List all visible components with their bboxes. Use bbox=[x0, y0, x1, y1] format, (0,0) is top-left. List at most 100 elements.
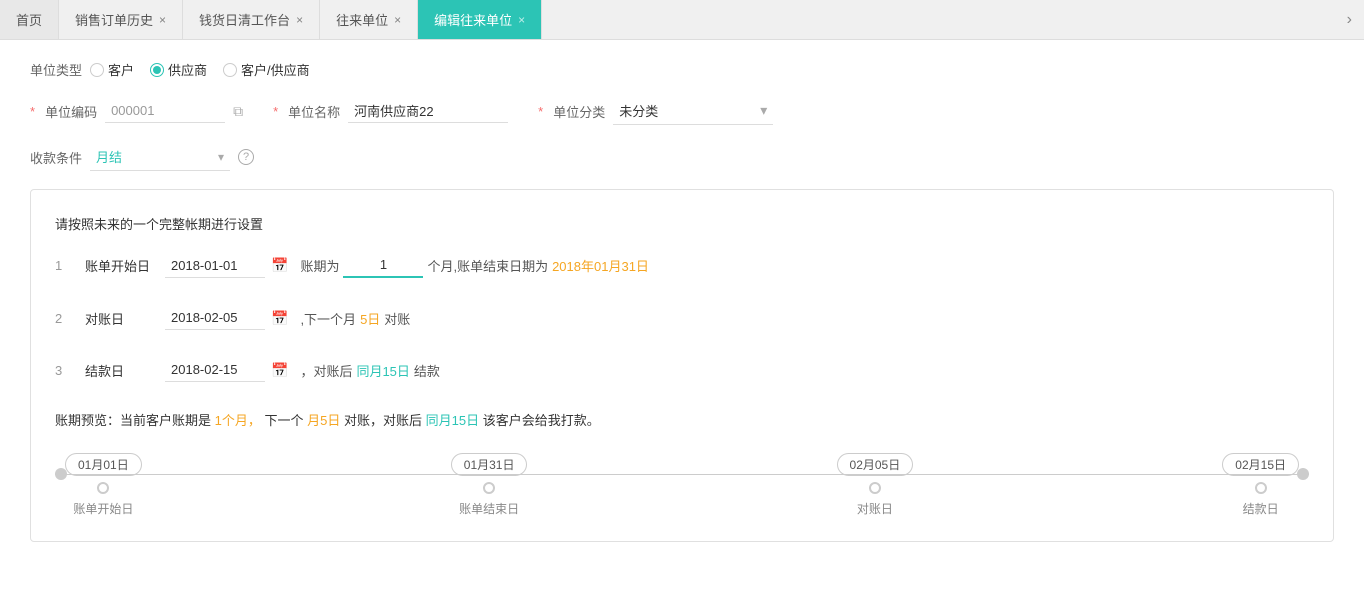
close-icon[interactable]: × bbox=[159, 13, 166, 27]
reconcile-day: 5日 bbox=[360, 309, 380, 328]
reconcile-end: 对账 bbox=[384, 309, 410, 328]
preview-prefix: 账期预览：当前客户账期是 bbox=[55, 413, 211, 428]
radio-both-label: 客户/供应商 bbox=[241, 60, 310, 79]
unit-info-row: * 单位编码 ⧉ * 单位名称 * 单位分类 未分类 ▾ bbox=[30, 97, 1334, 125]
tab-partner-label: 往来单位 bbox=[336, 10, 388, 29]
row-3-suffix: ，对账后 同月15日 结款 bbox=[300, 361, 440, 380]
payment-prefix: ，对账后 bbox=[300, 361, 352, 380]
period-prefix: 账期为 bbox=[300, 256, 339, 275]
timeline-start-dot bbox=[55, 468, 67, 480]
copy-icon[interactable]: ⧉ bbox=[233, 103, 243, 120]
point-sublabel-2: 账单结束日 bbox=[459, 500, 519, 517]
unit-type-label: 单位类型 bbox=[30, 60, 82, 79]
unit-category-field: * 单位分类 未分类 ▾ bbox=[538, 97, 773, 125]
radio-supplier[interactable]: 供应商 bbox=[150, 60, 207, 79]
timeline-point-1: 01月01日 账单开始日 bbox=[65, 453, 142, 517]
calendar-icon-1[interactable]: 📅 bbox=[271, 257, 288, 274]
period-end-date: 2018年01月31日 bbox=[552, 256, 649, 275]
tab-partner-unit[interactable]: 往来单位 × bbox=[320, 0, 418, 39]
tab-edit-label: 编辑往来单位 bbox=[434, 10, 512, 29]
unit-category-label: 单位分类 bbox=[553, 102, 605, 121]
payment-terms-dropdown[interactable]: 月结 ▾ bbox=[90, 143, 230, 171]
radio-both[interactable]: 客户/供应商 bbox=[223, 60, 310, 79]
point-dot-2 bbox=[483, 482, 495, 494]
point-dot-4 bbox=[1255, 482, 1267, 494]
calendar-icon-3[interactable]: 📅 bbox=[271, 362, 288, 379]
point-dot-3 bbox=[869, 482, 881, 494]
unit-code-input[interactable] bbox=[105, 99, 225, 123]
tab-edit-partner-unit[interactable]: 编辑往来单位 × bbox=[418, 0, 542, 39]
setting-row-1: 1 账单开始日 📅 账期为 个月,账单结束日期为 2018年01月31日 bbox=[55, 253, 1309, 278]
row-label-1: 账单开始日 bbox=[85, 256, 165, 275]
tab-home[interactable]: 首页 bbox=[0, 0, 59, 39]
point-label-2: 01月31日 bbox=[451, 453, 528, 476]
preview-middle-1: 下一个 bbox=[265, 413, 304, 428]
settings-panel: 请按照未来的一个完整帐期进行设置 1 账单开始日 📅 账期为 个月,账单结束日期… bbox=[30, 189, 1334, 542]
unit-type-row: 单位类型 客户 供应商 客户/供应商 bbox=[30, 60, 1334, 79]
point-dot-1 bbox=[97, 482, 109, 494]
radio-customer[interactable]: 客户 bbox=[90, 60, 134, 79]
radio-circle-customer bbox=[90, 63, 104, 77]
setting-row-3: 3 结款日 📅 ，对账后 同月15日 结款 bbox=[55, 358, 1309, 382]
preview-text: 账期预览：当前客户账期是 1个月， 下一个 月5日 对账，对账后 同月15日 该… bbox=[55, 410, 1309, 429]
tab-home-label: 首页 bbox=[16, 10, 42, 29]
tab-cash-label: 钱货日清工作台 bbox=[199, 10, 290, 29]
payment-end: 结款 bbox=[414, 361, 440, 380]
row-1-suffix: 账期为 个月,账单结束日期为 2018年01月31日 bbox=[300, 253, 648, 278]
row-label-2: 对账日 bbox=[85, 309, 165, 328]
help-icon[interactable]: ? bbox=[238, 149, 254, 165]
radio-circle-both bbox=[223, 63, 237, 77]
timeline-end-dot bbox=[1297, 468, 1309, 480]
required-star-code: * bbox=[30, 104, 35, 119]
timeline-points: 01月01日 账单开始日 01月31日 账单结束日 02月05日 对账日 02月… bbox=[65, 453, 1299, 517]
tab-sales-order-history[interactable]: 销售订单历史 × bbox=[59, 0, 183, 39]
row-num-3: 3 bbox=[55, 363, 85, 378]
preview-suffix: 该客户会给我打款。 bbox=[483, 413, 600, 428]
tab-more-button[interactable]: › bbox=[1335, 0, 1364, 39]
timeline-container: 01月01日 账单开始日 01月31日 账单结束日 02月05日 对账日 02月… bbox=[55, 453, 1309, 517]
tab-cash-work[interactable]: 钱货日清工作台 × bbox=[183, 0, 320, 39]
point-sublabel-1: 账单开始日 bbox=[73, 500, 133, 517]
preview-highlight-3: 同月15日 bbox=[426, 413, 479, 428]
point-label-1: 01月01日 bbox=[65, 453, 142, 476]
timeline-point-2: 01月31日 账单结束日 bbox=[451, 453, 528, 517]
reconcile-date-input[interactable] bbox=[165, 306, 265, 330]
unit-category-dropdown[interactable]: 未分类 ▾ bbox=[613, 97, 773, 125]
row-label-3: 结款日 bbox=[85, 361, 165, 380]
close-icon[interactable]: × bbox=[296, 13, 303, 27]
unit-code-label: 单位编码 bbox=[45, 102, 97, 121]
point-sublabel-3: 对账日 bbox=[857, 500, 893, 517]
start-date-input[interactable] bbox=[165, 254, 265, 278]
payment-terms-label: 收款条件 bbox=[30, 148, 82, 167]
tab-bar: 首页 销售订单历史 × 钱货日清工作台 × 往来单位 × 编辑往来单位 × › bbox=[0, 0, 1364, 40]
preview-middle-2: 对账，对账后 bbox=[344, 413, 422, 428]
calendar-icon-2[interactable]: 📅 bbox=[271, 310, 288, 327]
unit-name-input[interactable] bbox=[348, 99, 508, 123]
unit-name-label: 单位名称 bbox=[288, 102, 340, 121]
unit-category-value: 未分类 bbox=[619, 101, 720, 120]
point-sublabel-4: 结款日 bbox=[1243, 500, 1279, 517]
period-input[interactable] bbox=[343, 253, 423, 278]
timeline-line bbox=[55, 474, 1309, 475]
close-icon[interactable]: × bbox=[394, 13, 401, 27]
chevron-down-icon: ▾ bbox=[218, 150, 224, 164]
close-icon[interactable]: × bbox=[518, 13, 525, 27]
chevron-down-icon: ▾ bbox=[760, 102, 767, 119]
setting-row-2: 2 对账日 📅 ,下一个月 5日 对账 bbox=[55, 306, 1309, 330]
unit-type-field: 单位类型 客户 供应商 客户/供应商 bbox=[30, 60, 310, 79]
required-star-cat: * bbox=[538, 104, 543, 119]
payment-terms-row: 收款条件 月结 ▾ ? bbox=[30, 143, 1334, 171]
payment-date-input[interactable] bbox=[165, 358, 265, 382]
timeline-point-4: 02月15日 结款日 bbox=[1222, 453, 1299, 517]
reconcile-prefix: ,下一个月 bbox=[300, 309, 356, 328]
radio-group: 客户 供应商 客户/供应商 bbox=[90, 60, 310, 79]
tab-sales-label: 销售订单历史 bbox=[75, 10, 153, 29]
payment-day: 同月15日 bbox=[356, 361, 409, 380]
panel-title: 请按照未来的一个完整帐期进行设置 bbox=[55, 214, 1309, 233]
row-num-1: 1 bbox=[55, 258, 85, 273]
preview-highlight-1: 1个月， bbox=[215, 413, 261, 428]
point-label-4: 02月15日 bbox=[1222, 453, 1299, 476]
radio-customer-label: 客户 bbox=[108, 60, 134, 79]
row-2-suffix: ,下一个月 5日 对账 bbox=[300, 309, 410, 328]
payment-terms-field: 收款条件 月结 ▾ ? bbox=[30, 143, 254, 171]
